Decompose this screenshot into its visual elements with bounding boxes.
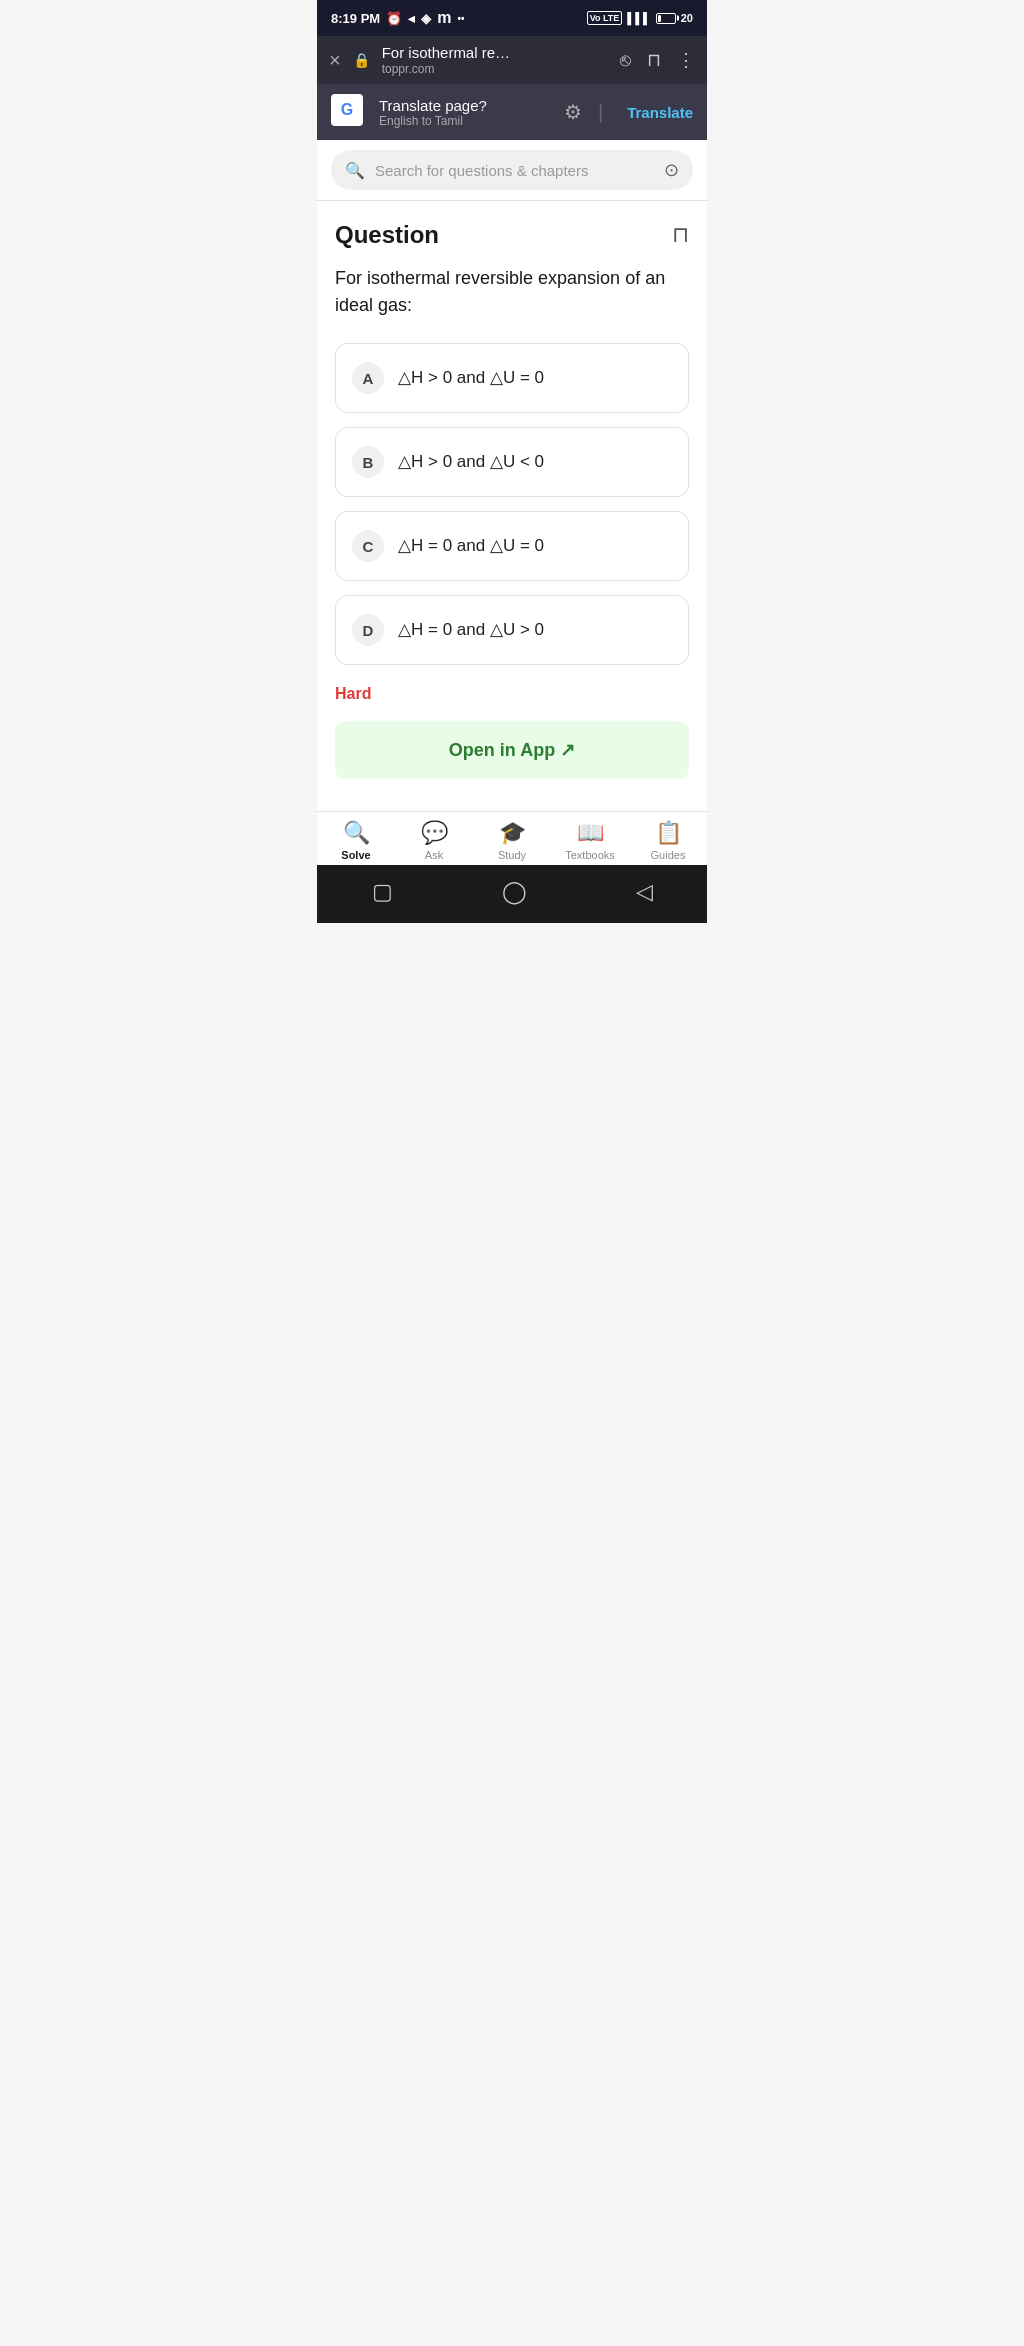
android-navigation-bar: ▢ ◯ ◁ xyxy=(317,865,707,923)
android-back-button[interactable]: ◁ xyxy=(636,879,653,905)
option-a-card[interactable]: A △H > 0 and △U = 0 xyxy=(335,343,689,413)
signal-icon: ▌▌▌ xyxy=(627,12,650,24)
solve-icon: 🔍 xyxy=(343,820,370,846)
nav-item-ask[interactable]: 💬 Ask xyxy=(404,820,464,861)
android-square-button[interactable]: ▢ xyxy=(372,879,393,905)
m-icon: m xyxy=(437,9,451,27)
browser-chrome: × 🔒 For isothermal re… toppr.com ⎋ ⊓ ⋮ xyxy=(317,36,707,84)
question-text: For isothermal reversible expansion of a… xyxy=(335,265,689,319)
option-d-card[interactable]: D △H = 0 and △U > 0 xyxy=(335,595,689,665)
more-options-icon[interactable]: ⋮ xyxy=(677,49,695,71)
battery-fill xyxy=(658,15,661,22)
google-translate-icon: G xyxy=(331,94,367,130)
bookmark-browser-icon[interactable]: ⊓ xyxy=(647,49,661,71)
main-content: Question ⊓ For isothermal reversible exp… xyxy=(317,201,707,811)
dots-icon: •• xyxy=(457,13,464,24)
alarm-icon: ⏰ xyxy=(386,11,402,26)
option-c-badge: C xyxy=(352,530,384,562)
option-d-badge: D xyxy=(352,614,384,646)
textbooks-label: Textbooks xyxy=(565,849,615,861)
nav-item-textbooks[interactable]: 📖 Textbooks xyxy=(560,820,620,861)
close-button[interactable]: × xyxy=(329,50,341,70)
option-d-text: △H = 0 and △U > 0 xyxy=(398,618,544,642)
nav-item-solve[interactable]: 🔍 Solve xyxy=(326,820,386,861)
nav-item-guides[interactable]: 📋 Guides xyxy=(638,820,698,861)
nfc-icon: ◈ xyxy=(421,11,431,26)
guides-label: Guides xyxy=(651,849,686,861)
translate-settings-icon[interactable]: ⚙ xyxy=(564,100,582,124)
browser-title-area: For isothermal re… toppr.com xyxy=(382,44,608,76)
option-a-text: △H > 0 and △U = 0 xyxy=(398,366,544,390)
option-c-text: △H = 0 and △U = 0 xyxy=(398,534,544,558)
option-a-badge: A xyxy=(352,362,384,394)
textbooks-icon: 📖 xyxy=(577,820,604,846)
open-in-app-button[interactable]: Open in App ↗ xyxy=(335,721,689,779)
option-b-badge: B xyxy=(352,446,384,478)
option-b-card[interactable]: B △H > 0 and △U < 0 xyxy=(335,427,689,497)
translate-title: Translate page? xyxy=(379,97,552,114)
status-left: 8:19 PM ⏰ ◂ ◈ m •• xyxy=(331,9,464,27)
study-label: Study xyxy=(498,849,526,861)
options-container: A △H > 0 and △U = 0 B △H > 0 and △U < 0 … xyxy=(335,343,689,665)
question-label: Question xyxy=(335,221,439,249)
search-container: 🔍 ⊙ xyxy=(317,140,707,201)
question-header: Question ⊓ xyxy=(335,221,689,249)
ask-label: Ask xyxy=(425,849,443,861)
bookmark-icon[interactable]: ⊓ xyxy=(672,222,689,248)
solve-label: Solve xyxy=(341,849,370,861)
option-b-text: △H > 0 and △U < 0 xyxy=(398,450,544,474)
nav-item-study[interactable]: 🎓 Study xyxy=(482,820,542,861)
volte-icon: Vo LTE xyxy=(587,11,623,25)
page-title: For isothermal re… xyxy=(382,44,608,62)
status-right: Vo LTE ▌▌▌ 20 xyxy=(587,11,693,25)
search-bar: 🔍 ⊙ xyxy=(331,150,693,190)
share-icon[interactable]: ⎋ xyxy=(620,50,631,71)
lock-icon: 🔒 xyxy=(353,52,370,68)
translate-text-area: Translate page? English to Tamil xyxy=(379,97,552,128)
translate-button[interactable]: Translate xyxy=(627,104,693,121)
translate-subtitle: English to Tamil xyxy=(379,114,552,128)
battery-icon xyxy=(656,13,676,24)
ask-icon: 💬 xyxy=(421,820,448,846)
time-display: 8:19 PM xyxy=(331,11,380,26)
study-icon: 🎓 xyxy=(499,820,526,846)
location-icon: ◂ xyxy=(408,11,415,26)
status-bar: 8:19 PM ⏰ ◂ ◈ m •• Vo LTE ▌▌▌ 20 xyxy=(317,0,707,36)
browser-actions: ⎋ ⊓ ⋮ xyxy=(620,49,695,71)
search-icon: 🔍 xyxy=(345,161,365,180)
domain-label: toppr.com xyxy=(382,62,608,76)
difficulty-badge: Hard xyxy=(335,685,689,703)
question-section: Question ⊓ For isothermal reversible exp… xyxy=(317,201,707,811)
android-home-button[interactable]: ◯ xyxy=(502,879,527,905)
translate-bar: G Translate page? English to Tamil ⚙ | T… xyxy=(317,84,707,140)
divider: | xyxy=(598,101,603,124)
bottom-navigation: 🔍 Solve 💬 Ask 🎓 Study 📖 Textbooks 📋 Guid… xyxy=(317,811,707,865)
option-c-card[interactable]: C △H = 0 and △U = 0 xyxy=(335,511,689,581)
guides-icon: 📋 xyxy=(655,820,682,846)
search-input[interactable] xyxy=(375,162,654,179)
camera-icon[interactable]: ⊙ xyxy=(664,159,679,181)
battery-level: 20 xyxy=(681,12,693,24)
